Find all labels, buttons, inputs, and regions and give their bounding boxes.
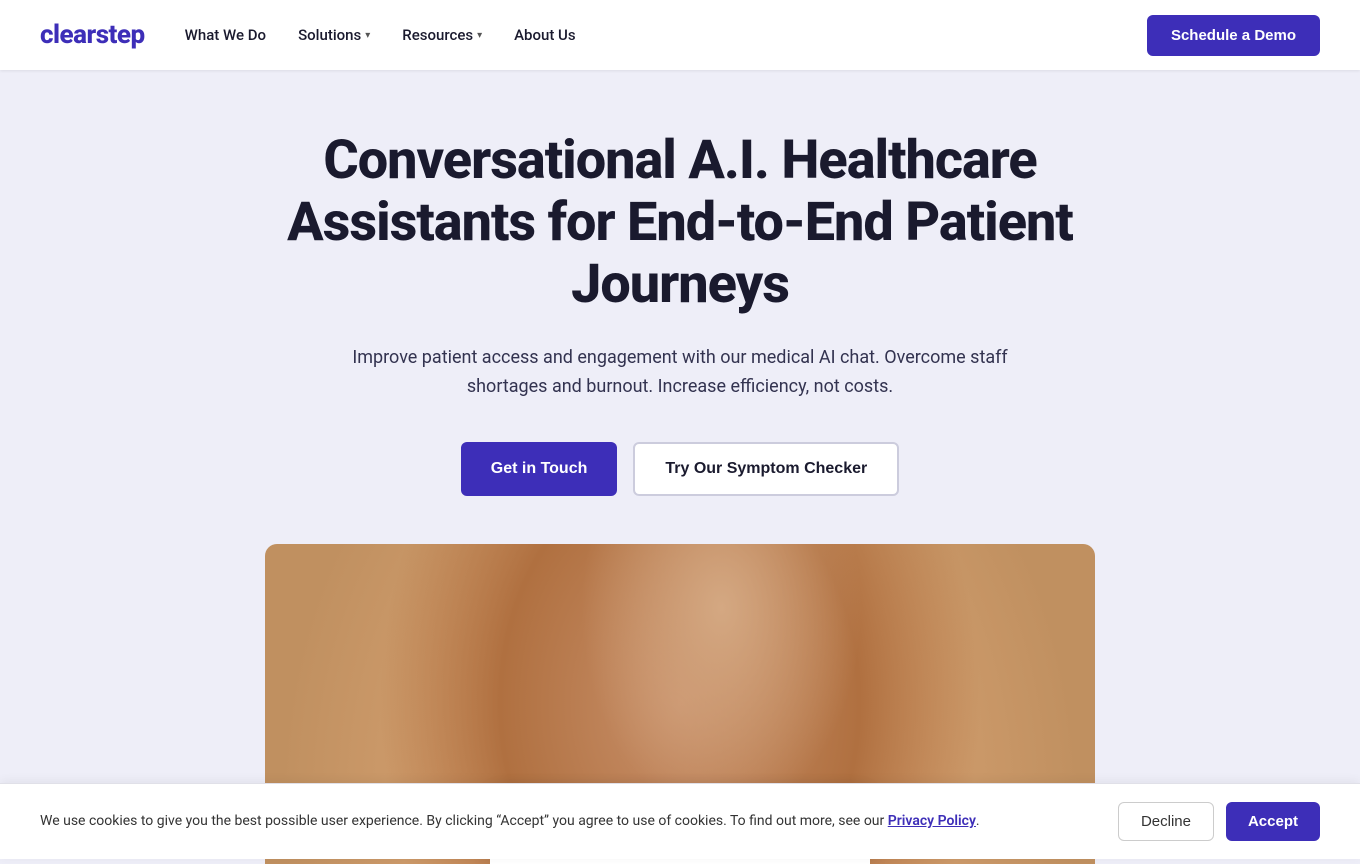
nav-item-resources[interactable]: Resources ▾ — [402, 26, 482, 44]
nav-left: clearstep What We Do Solutions ▾ Resourc… — [40, 20, 576, 50]
cookie-banner: We use cookies to give you the best poss… — [0, 783, 1360, 859]
brand-logo[interactable]: clearstep — [40, 20, 145, 50]
cookie-action-buttons: Decline Accept — [1118, 802, 1320, 841]
get-in-touch-button[interactable]: Get in Touch — [461, 442, 618, 496]
hero-title: Conversational A.I. Healthcare Assistant… — [230, 130, 1130, 316]
nav-link-what-we-do[interactable]: What We Do — [185, 26, 266, 44]
hero-subtitle: Improve patient access and engagement wi… — [330, 344, 1030, 402]
hero-section: Conversational A.I. Healthcare Assistant… — [0, 70, 1360, 864]
decline-cookies-button[interactable]: Decline — [1118, 802, 1214, 841]
nav-item-about-us[interactable]: About Us — [514, 26, 576, 44]
chevron-down-icon: ▾ — [477, 30, 482, 41]
nav-link-resources[interactable]: Resources ▾ — [402, 26, 482, 44]
privacy-policy-link[interactable]: Privacy Policy — [888, 813, 976, 829]
chevron-down-icon: ▾ — [365, 30, 370, 41]
navigation: clearstep What We Do Solutions ▾ Resourc… — [0, 0, 1360, 70]
accept-cookies-button[interactable]: Accept — [1226, 802, 1320, 841]
hero-buttons: Get in Touch Try Our Symptom Checker — [20, 442, 1340, 496]
nav-links: What We Do Solutions ▾ Resources ▾ About… — [185, 26, 576, 44]
nav-link-solutions[interactable]: Solutions ▾ — [298, 26, 370, 44]
schedule-demo-button[interactable]: Schedule a Demo — [1147, 15, 1320, 56]
nav-item-solutions[interactable]: Solutions ▾ — [298, 26, 370, 44]
nav-item-what-we-do[interactable]: What We Do — [185, 26, 266, 44]
nav-link-about-us[interactable]: About Us — [514, 26, 576, 44]
try-symptom-checker-button[interactable]: Try Our Symptom Checker — [633, 442, 899, 496]
cookie-message: We use cookies to give you the best poss… — [40, 811, 1098, 832]
